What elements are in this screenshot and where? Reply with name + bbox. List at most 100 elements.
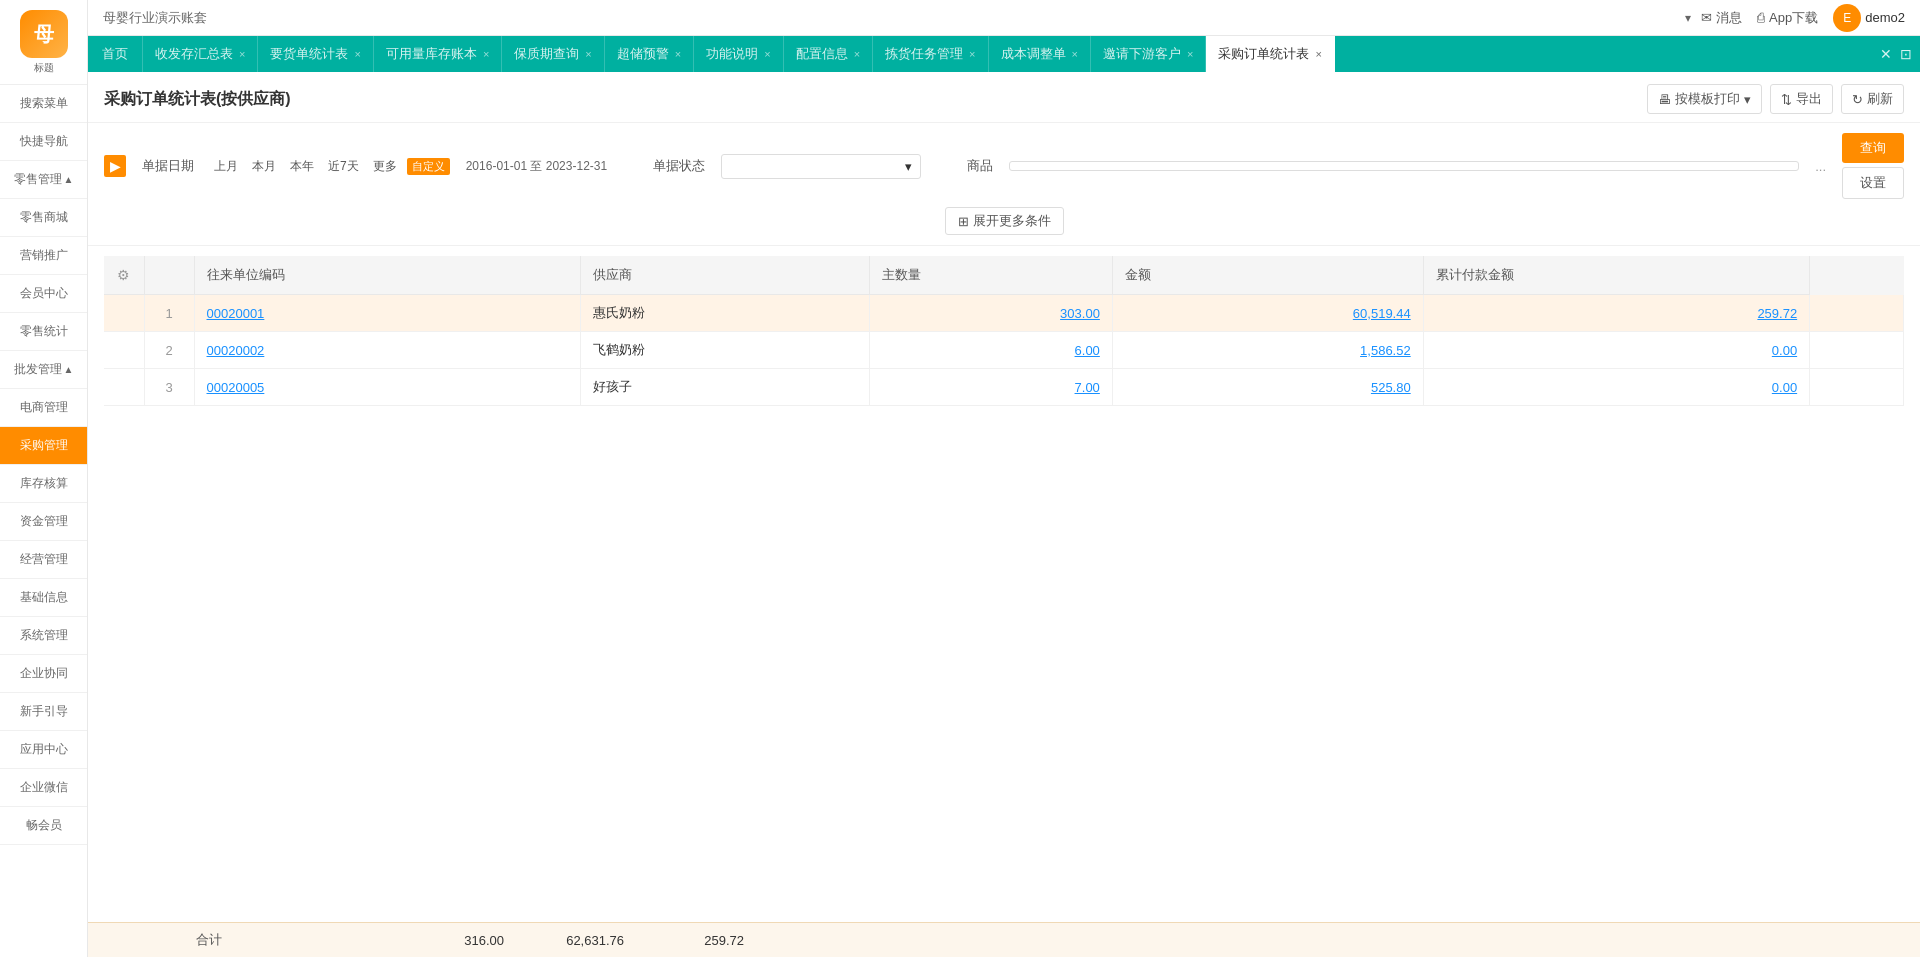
table-row[interactable]: 3 00020005 好孩子 7.00 525.80 0.00	[104, 369, 1904, 406]
sidebar-item-retail[interactable]: 零售管理▲	[0, 161, 87, 199]
tab-demand-summary[interactable]: 要货单统计表×	[258, 36, 373, 72]
sidebar-item-appcenter[interactable]: 应用中心	[0, 731, 87, 769]
qty-col-header: 主数量	[869, 256, 1112, 295]
sidebar-item-finance[interactable]: 资金管理	[0, 503, 87, 541]
sidebar: 母 标题 搜索菜单快捷导航零售管理▲零售商城营销推广会员中心零售统计批发管理▲电…	[0, 0, 88, 957]
sidebar-item-search[interactable]: 搜索菜单	[0, 85, 87, 123]
sidebar-item-wholesale[interactable]: 批发管理▲	[0, 351, 87, 389]
tab-close-collect-summary[interactable]: ×	[239, 48, 245, 60]
sidebar-item-newguide[interactable]: 新手引导	[0, 693, 87, 731]
tab-collect-summary[interactable]: 收发存汇总表×	[143, 36, 258, 72]
sidebar-item-vip[interactable]: 畅会员	[0, 807, 87, 845]
username-label: demo2	[1865, 10, 1905, 25]
table-settings-icon[interactable]: ⚙	[117, 267, 130, 283]
row-supplier-2: 好孩子	[580, 369, 869, 406]
more-filter-icon[interactable]: ...	[1815, 159, 1826, 174]
goods-input[interactable]	[1009, 161, 1799, 171]
row-amount-0[interactable]: 60,519.44	[1112, 295, 1423, 332]
row-paid-2[interactable]: 0.00	[1423, 369, 1809, 406]
tab-close-func-desc[interactable]: ×	[764, 48, 770, 60]
tab-expiry-query[interactable]: 保质期查询×	[502, 36, 604, 72]
maximize-button[interactable]: ⊡	[1900, 46, 1912, 62]
sidebar-item-corpwechat[interactable]: 企业微信	[0, 769, 87, 807]
date-more[interactable]: 更多	[369, 156, 401, 177]
status-select[interactable]: ▾	[721, 154, 921, 179]
filter-toggle-button[interactable]: ▶	[104, 155, 126, 177]
tab-purchase-summary[interactable]: 采购订单统计表×	[1206, 36, 1334, 72]
tab-close-purchase-summary[interactable]: ×	[1315, 48, 1321, 60]
tab-close-expiry-query[interactable]: ×	[585, 48, 591, 60]
refresh-button[interactable]: ↻ 刷新	[1841, 84, 1904, 114]
tab-overstock-warn[interactable]: 超储预警×	[605, 36, 694, 72]
tab-close-demand-summary[interactable]: ×	[354, 48, 360, 60]
user-area[interactable]: E demo2	[1833, 4, 1905, 32]
tab-label-func-desc: 功能说明	[706, 45, 758, 63]
date-last-month[interactable]: 上月	[210, 156, 242, 177]
table-row[interactable]: 2 00020002 飞鹤奶粉 6.00 1,586.52 0.00	[104, 332, 1904, 369]
template-print-button[interactable]: 🖶 按模板打印 ▾	[1647, 84, 1762, 114]
close-tab-button[interactable]: ✕	[1880, 46, 1892, 62]
logo-area: 母 标题	[0, 0, 87, 85]
export-button[interactable]: ⇅ 导出	[1770, 84, 1833, 114]
setting-button[interactable]: 设置	[1842, 167, 1904, 199]
tab-home[interactable]: 首页	[88, 36, 143, 72]
row-checkbox-2[interactable]	[104, 369, 144, 406]
sidebar-item-ops[interactable]: 经营管理	[0, 541, 87, 579]
sidebar-item-basic[interactable]: 基础信息	[0, 579, 87, 617]
page-header: 采购订单统计表(按供应商) 🖶 按模板打印 ▾ ⇅ 导出 ↻ 刷新	[88, 72, 1920, 123]
print-dropdown-icon[interactable]: ▾	[1744, 92, 1751, 107]
message-button[interactable]: ✉ 消息	[1701, 9, 1742, 27]
tab-label-pick-task: 拣货任务管理	[885, 45, 963, 63]
tab-cost-adjust[interactable]: 成本调整单×	[989, 36, 1091, 72]
row-qty-1[interactable]: 6.00	[869, 332, 1112, 369]
tab-close-overstock-warn[interactable]: ×	[675, 48, 681, 60]
tab-close-invite-customer[interactable]: ×	[1187, 48, 1193, 60]
date-label: 单据日期	[142, 157, 194, 175]
app-download-button[interactable]: ⎙ App下载	[1757, 9, 1818, 27]
row-amount-2[interactable]: 525.80	[1112, 369, 1423, 406]
tab-close-available-stock[interactable]: ×	[483, 48, 489, 60]
tab-func-desc[interactable]: 功能说明 ×	[694, 36, 783, 72]
tab-close-config-info[interactable]: ×	[854, 48, 860, 60]
tab-invite-customer[interactable]: 邀请下游客户×	[1091, 36, 1206, 72]
sidebar-item-ecommerce[interactable]: 电商管理	[0, 389, 87, 427]
row-qty-0[interactable]: 303.00	[869, 295, 1112, 332]
tab-close-pick-task[interactable]: ×	[969, 48, 975, 60]
row-supplier-code-2[interactable]: 00020005	[194, 369, 580, 406]
tab-config-info[interactable]: 配置信息×	[784, 36, 873, 72]
row-checkbox-1[interactable]	[104, 332, 144, 369]
query-button[interactable]: 查询	[1842, 133, 1904, 163]
logo-text: 标题	[34, 61, 54, 74]
page-actions: 🖶 按模板打印 ▾ ⇅ 导出 ↻ 刷新	[1647, 84, 1904, 114]
date-this-month[interactable]: 本月	[248, 156, 280, 177]
sidebar-item-retail-stat[interactable]: 零售统计	[0, 313, 87, 351]
sidebar-item-purchase[interactable]: 采购管理	[0, 427, 87, 465]
tab-close-cost-adjust[interactable]: ×	[1072, 48, 1078, 60]
sidebar-item-member[interactable]: 会员中心	[0, 275, 87, 313]
seq-col-header	[144, 256, 194, 295]
status-label: 单据状态	[653, 157, 705, 175]
sidebar-item-retail-shop[interactable]: 零售商城	[0, 199, 87, 237]
row-paid-0[interactable]: 259.72	[1423, 295, 1809, 332]
row-supplier-code-0[interactable]: 00020001	[194, 295, 580, 332]
row-amount-1[interactable]: 1,586.52	[1112, 332, 1423, 369]
row-qty-2[interactable]: 7.00	[869, 369, 1112, 406]
sidebar-item-stock[interactable]: 库存核算	[0, 465, 87, 503]
date-this-year[interactable]: 本年	[286, 156, 318, 177]
date-custom-tag[interactable]: 自定义	[407, 158, 450, 175]
sidebar-item-system[interactable]: 系统管理	[0, 617, 87, 655]
sidebar-item-shortcut[interactable]: 快捷导航	[0, 123, 87, 161]
row-checkbox-0[interactable]	[104, 295, 144, 332]
row-supplier-code-1[interactable]: 00020002	[194, 332, 580, 369]
topbar-title: 母婴行业演示账套	[103, 9, 1675, 27]
sidebar-item-enterprise[interactable]: 企业协同	[0, 655, 87, 693]
row-paid-1[interactable]: 0.00	[1423, 332, 1809, 369]
topbar-dropdown-icon[interactable]: ▾	[1685, 11, 1691, 25]
tab-pick-task[interactable]: 拣货任务管理 ×	[873, 36, 988, 72]
date-7days[interactable]: 近7天	[324, 156, 363, 177]
sidebar-item-marketing[interactable]: 营销推广	[0, 237, 87, 275]
tab-available-stock[interactable]: 可用量库存账本×	[374, 36, 502, 72]
expand-filter-button[interactable]: ⊞ 展开更多条件	[945, 207, 1064, 235]
table-row[interactable]: 1 00020001 惠氏奶粉 303.00 60,519.44 259.72	[104, 295, 1904, 332]
tabbar: 首页收发存汇总表×要货单统计表×可用量库存账本×保质期查询×超储预警× 功能说明 ×…	[88, 36, 1920, 72]
